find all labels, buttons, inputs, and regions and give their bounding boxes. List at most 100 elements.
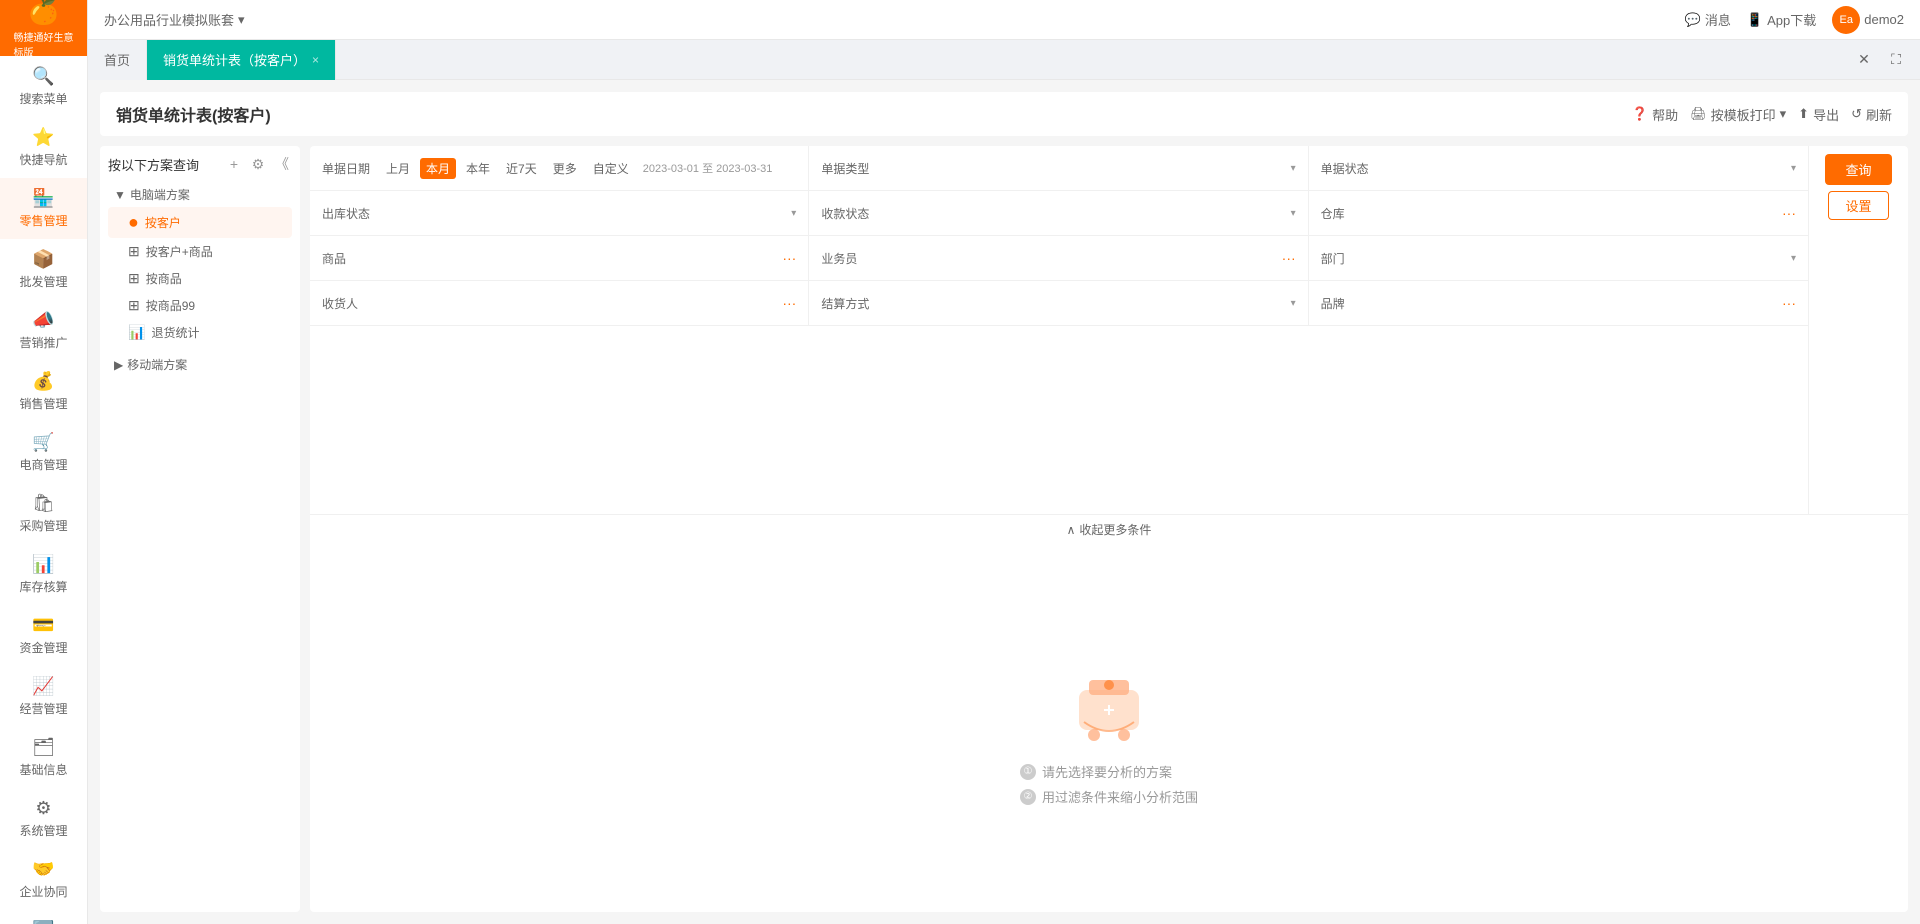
filter-grid: 单据日期 上月 本月 本年 近7天 更多 自定义 2023-03-01 至 20…	[310, 146, 1808, 514]
date-btn-7days[interactable]: 近7天	[500, 158, 543, 179]
scheme-item-by-customer-goods[interactable]: ⊞ 按客户+商品	[108, 238, 292, 265]
receiver-select[interactable]: ···	[380, 295, 796, 311]
logo-area: 🍊 畅捷通好生意标版	[0, 0, 87, 56]
sidebar-item-retail-label: 零售管理	[19, 212, 67, 229]
scheme-item-by-customer[interactable]: ● 按客户	[108, 207, 292, 238]
scheme-item-by-goods-99[interactable]: ⊞ 按商品99	[108, 292, 292, 319]
warehouse-dots-icon[interactable]: ···	[1782, 205, 1796, 221]
sidebar-item-quicknav[interactable]: ⭐ 快捷导航	[0, 117, 87, 178]
scheme-group-pc-title[interactable]: ▼ 电脑端方案	[108, 182, 292, 207]
sidebar-item-finance[interactable]: 💳 资金管理	[0, 605, 87, 666]
wholesale-icon: 📦	[32, 249, 54, 270]
scheme-group-mobile: ▶ 移动端方案	[108, 352, 292, 377]
sidebar-item-search[interactable]: 🔍 搜索菜单	[0, 56, 87, 117]
receipt-status-arrow-icon: ▾	[1291, 208, 1296, 219]
mobile-group-arrow-icon: ▶	[114, 358, 123, 372]
ecommerce-icon: 🛒	[32, 432, 54, 453]
goods-dots-icon[interactable]: ···	[782, 250, 796, 266]
message-button[interactable]: 💬 消息	[1685, 10, 1731, 29]
collapse-bar[interactable]: ∧ 收起更多条件	[310, 514, 1908, 544]
scheme-item-by-goods-99-label: 按商品99	[146, 297, 195, 314]
close-tab-icon[interactable]: ×	[312, 53, 319, 67]
collapse-scheme-button[interactable]: 《	[272, 154, 292, 174]
scheme-item-by-customer-label: 按客户	[145, 214, 181, 231]
tab-home[interactable]: 首页	[88, 40, 147, 80]
filter-row-3: 商品 ··· 业务员 ···	[310, 236, 1808, 281]
doc-type-select[interactable]: ▾	[879, 163, 1295, 174]
query-button[interactable]: 查询	[1825, 154, 1891, 185]
user-info[interactable]: Ea demo2	[1832, 6, 1904, 34]
date-btn-this-year[interactable]: 本年	[460, 158, 496, 179]
date-btn-this-month[interactable]: 本月	[420, 158, 456, 179]
receiver-dots-icon[interactable]: ···	[782, 295, 796, 311]
app-download-button[interactable]: 📱 App下载	[1747, 10, 1816, 29]
grid-icon-2: ⊞	[128, 297, 140, 314]
tab-sales-stat-label: 销货单统计表（按客户）	[163, 50, 306, 69]
sidebar-item-wholesale[interactable]: 📦 批发管理	[0, 239, 87, 300]
department-select[interactable]: ▾	[1379, 253, 1796, 264]
avatar: Ea	[1832, 6, 1860, 34]
settings-button[interactable]: 设置	[1828, 191, 1888, 220]
refresh-button[interactable]: ↺ 刷新	[1851, 105, 1892, 124]
active-dot-icon: ●	[128, 212, 139, 233]
brand-dots-icon[interactable]: ···	[1782, 295, 1796, 311]
scheme-group-pc: ▼ 电脑端方案 ● 按客户 ⊞ 按客户+商品 ⊞ 按商品	[108, 182, 292, 346]
scheme-header: 按以下方案查询 + ⚙ 《	[108, 154, 292, 174]
warehouse-select[interactable]: ···	[1379, 205, 1796, 221]
receipt-status-select[interactable]: ▾	[879, 208, 1295, 219]
scheme-panel: 按以下方案查询 + ⚙ 《 ▼ 电脑端方案 ● 按客户	[100, 146, 300, 912]
sidebar-item-retail[interactable]: 🏪 零售管理	[0, 178, 87, 239]
goods-select[interactable]: ···	[380, 250, 796, 266]
settlement-select[interactable]: ▾	[879, 298, 1295, 309]
refresh-label: 刷新	[1866, 105, 1892, 124]
date-btn-custom[interactable]: 自定义	[587, 158, 635, 179]
date-btn-last-month[interactable]: 上月	[380, 158, 416, 179]
filter-query-panel: 单据日期 上月 本月 本年 近7天 更多 自定义 2023-03-01 至 20…	[310, 146, 1908, 912]
help-button[interactable]: ❓ 帮助	[1632, 105, 1678, 124]
scheme-item-by-goods[interactable]: ⊞ 按商品	[108, 265, 292, 292]
sidebar-item-quicknav-label: 快捷导航	[19, 151, 67, 168]
sidebar-item-inventory[interactable]: 📊 库存核算	[0, 544, 87, 605]
employee-dots-icon[interactable]: ···	[1282, 250, 1296, 266]
system-icon: ⚙	[35, 798, 51, 819]
print-button[interactable]: 🖨 按模板打印 ▾	[1690, 105, 1786, 124]
brand-label: 品牌	[1321, 295, 1371, 312]
add-scheme-button[interactable]: +	[224, 154, 244, 174]
doc-status-select[interactable]: ▾	[1379, 163, 1796, 174]
sidebar-item-ecommerce[interactable]: 🛒 电商管理	[0, 422, 87, 483]
filter-cell-date: 单据日期 上月 本月 本年 近7天 更多 自定义 2023-03-01 至 20…	[310, 146, 809, 190]
export-icon: ⬆	[1798, 106, 1809, 122]
tip-num-2: ②	[1020, 789, 1036, 805]
sidebar-item-purchase[interactable]: 🛍 采购管理	[0, 483, 87, 544]
sidebar-item-operation[interactable]: 📈 经营管理	[0, 666, 87, 727]
scheme-header-actions: + ⚙ 《	[224, 154, 292, 174]
close-window-button[interactable]: ✕	[1852, 48, 1876, 72]
scheme-group-mobile-title[interactable]: ▶ 移动端方案	[108, 352, 292, 377]
export-button[interactable]: ⬆ 导出	[1798, 105, 1839, 124]
date-btn-more[interactable]: 更多	[547, 158, 583, 179]
tabs-right: ✕ ⛶	[1852, 48, 1920, 72]
sidebar-item-wholesale-label: 批发管理	[19, 273, 67, 290]
settings-scheme-button[interactable]: ⚙	[248, 154, 268, 174]
mobile-group-label: 移动端方案	[127, 356, 187, 373]
search-icon: 🔍	[32, 66, 54, 87]
sidebar-item-sales[interactable]: 💰 销售管理	[0, 361, 87, 422]
username-label: demo2	[1864, 12, 1904, 27]
sidebar-item-system[interactable]: ⚙ 系统管理	[0, 788, 87, 849]
sidebar-item-basic[interactable]: 🗂 基础信息	[0, 727, 87, 788]
scheme-item-return-stat[interactable]: 📊 退货统计	[108, 319, 292, 346]
chart-icon: 📊	[128, 324, 145, 341]
sidebar-item-newuser[interactable]: 🆕 新手引导	[0, 910, 87, 924]
tab-sales-stat[interactable]: 销货单统计表（按客户） ×	[147, 40, 336, 80]
employee-select[interactable]: ···	[879, 250, 1295, 266]
brand-select[interactable]: ···	[1379, 295, 1796, 311]
maximize-button[interactable]: ⛶	[1884, 48, 1908, 72]
group-label: 电脑端方案	[130, 186, 190, 203]
sidebar-item-operation-label: 经营管理	[19, 700, 67, 717]
enterprise-icon: 🤝	[32, 859, 54, 880]
filter-cell-out-status: 出库状态 ▾	[310, 191, 809, 235]
sidebar-item-marketing[interactable]: 📣 营销推广	[0, 300, 87, 361]
sidebar-item-enterprise[interactable]: 🤝 企业协同	[0, 849, 87, 910]
industry-dropdown[interactable]: 办公用品行业模拟账套 ▾	[104, 10, 245, 29]
out-status-select[interactable]: ▾	[380, 208, 796, 219]
